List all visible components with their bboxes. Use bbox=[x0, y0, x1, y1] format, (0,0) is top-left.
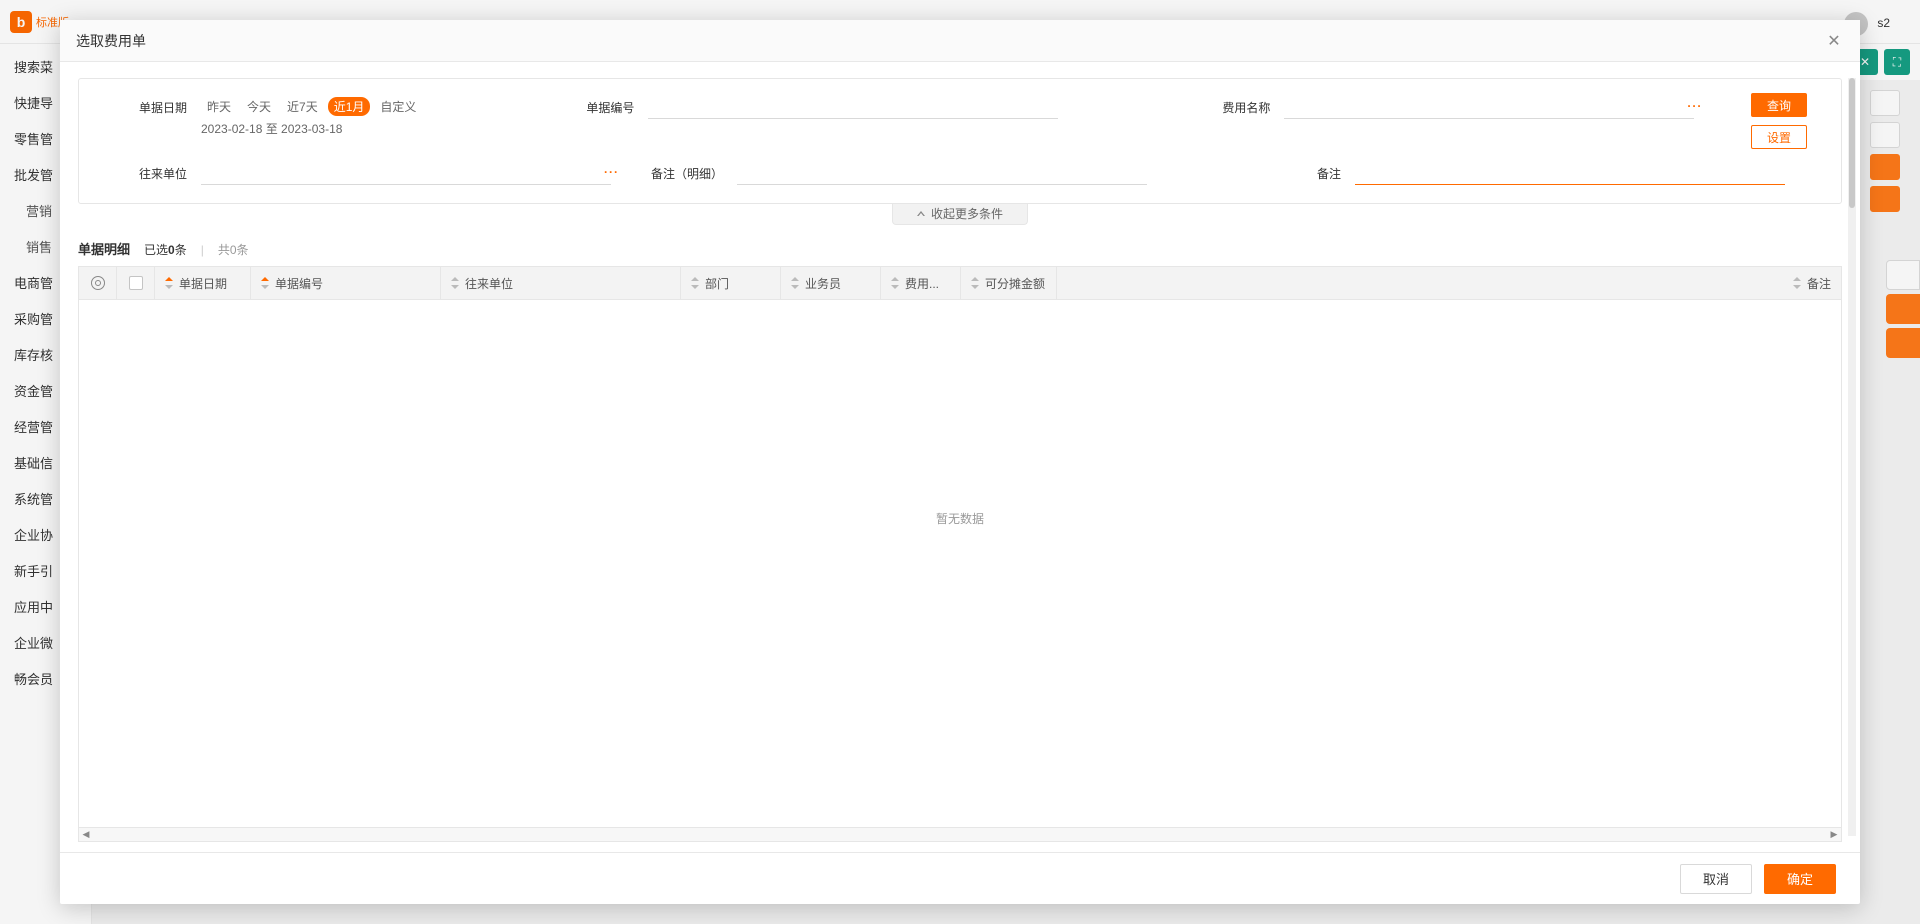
date-opt-1m[interactable]: 近1月 bbox=[328, 97, 371, 116]
vertical-scrollbar[interactable] bbox=[1848, 78, 1856, 836]
filter-label: 备注 bbox=[1287, 163, 1341, 182]
filter-partner: 往来单位 ··· bbox=[115, 163, 611, 185]
col-doc-date[interactable]: 单据日期 bbox=[155, 267, 251, 299]
list-title: 单据明细 bbox=[78, 239, 130, 258]
date-opt-custom[interactable]: 自定义 bbox=[374, 97, 422, 116]
sort-icon bbox=[971, 277, 979, 289]
filter-detail-memo: 备注（明细） bbox=[633, 163, 1147, 185]
select-all-checkbox[interactable] bbox=[117, 267, 155, 299]
scroll-left-icon[interactable]: ◀ bbox=[79, 828, 93, 840]
sort-icon bbox=[791, 277, 799, 289]
date-opt-yesterday[interactable]: 昨天 bbox=[201, 97, 237, 116]
modal-header: 选取费用单 ✕ bbox=[60, 20, 1860, 62]
table-header: 单据日期 单据编号 往来单位 部门 业务员 费用... 可分摊金额 备注 bbox=[78, 266, 1842, 300]
sort-icon bbox=[1793, 277, 1801, 289]
col-remark[interactable]: 备注 bbox=[1057, 267, 1841, 299]
scroll-right-icon[interactable]: ▶ bbox=[1827, 828, 1841, 840]
filter-panel: 单据日期 昨天 今天 近7天 近1月 自定义 2023-02-18 至 2023… bbox=[78, 78, 1842, 204]
sort-icon bbox=[261, 277, 269, 289]
filter-doc-date: 单据日期 昨天 今天 近7天 近1月 自定义 2023-02-18 至 2023… bbox=[115, 97, 422, 137]
col-partner[interactable]: 往来单位 bbox=[441, 267, 681, 299]
doc-no-input[interactable] bbox=[648, 97, 1058, 119]
fee-name-input[interactable] bbox=[1284, 97, 1694, 119]
filter-label: 单据编号 bbox=[562, 97, 634, 116]
collapse-text: 收起更多条件 bbox=[931, 205, 1003, 222]
modal-title: 选取费用单 bbox=[76, 31, 146, 51]
detail-memo-input[interactable] bbox=[737, 163, 1147, 185]
memo-input[interactable] bbox=[1355, 163, 1785, 185]
date-range-options: 昨天 今天 近7天 近1月 自定义 bbox=[201, 97, 422, 116]
table-body: 暂无数据 bbox=[78, 300, 1842, 828]
date-opt-7d[interactable]: 近7天 bbox=[281, 97, 324, 116]
modal-body: 单据日期 昨天 今天 近7天 近1月 自定义 2023-02-18 至 2023… bbox=[60, 62, 1860, 852]
filter-label: 费用名称 bbox=[1198, 97, 1270, 116]
modal-footer: 取消 确定 bbox=[60, 852, 1860, 904]
sort-icon bbox=[691, 277, 699, 289]
select-expense-modal: 选取费用单 ✕ 单据日期 昨天 今天 近7天 近1月 自定义 bbox=[60, 20, 1860, 904]
filter-doc-no: 单据编号 bbox=[562, 97, 1058, 137]
column-settings-button[interactable] bbox=[79, 267, 117, 299]
total-count: 共0条 bbox=[218, 241, 249, 258]
col-alloc[interactable]: 可分摊金额 bbox=[961, 267, 1057, 299]
col-staff[interactable]: 业务员 bbox=[781, 267, 881, 299]
checkbox-icon bbox=[129, 276, 143, 290]
list-header-bar: 单据明细 已选0条 | 共0条 bbox=[78, 239, 1842, 258]
cancel-button[interactable]: 取消 bbox=[1680, 864, 1752, 894]
collapse-button[interactable]: 收起更多条件 bbox=[892, 203, 1028, 225]
filter-label: 单据日期 bbox=[115, 97, 187, 116]
empty-placeholder: 暂无数据 bbox=[79, 510, 1841, 527]
more-icon[interactable]: ··· bbox=[604, 165, 619, 179]
query-button[interactable]: 查询 bbox=[1751, 93, 1807, 117]
col-fee[interactable]: 费用... bbox=[881, 267, 961, 299]
gear-icon bbox=[91, 276, 105, 290]
date-range-display[interactable]: 2023-02-18 至 2023-03-18 bbox=[201, 120, 422, 137]
col-dept[interactable]: 部门 bbox=[681, 267, 781, 299]
sort-icon bbox=[165, 277, 173, 289]
close-icon[interactable]: ✕ bbox=[1824, 31, 1844, 51]
filter-fee-name: 费用名称 ··· bbox=[1198, 97, 1694, 137]
col-doc-no[interactable]: 单据编号 bbox=[251, 267, 441, 299]
sort-icon bbox=[451, 277, 459, 289]
more-icon[interactable]: ··· bbox=[1687, 99, 1702, 113]
filter-memo: 备注 bbox=[1287, 163, 1785, 185]
filter-actions: 查询 设置 bbox=[1751, 93, 1807, 149]
settings-button[interactable]: 设置 bbox=[1751, 125, 1807, 149]
sort-icon bbox=[891, 277, 899, 289]
horizontal-scrollbar[interactable]: ◀ ▶ bbox=[78, 828, 1842, 842]
filter-label: 往来单位 bbox=[115, 163, 187, 182]
collapse-bar: 收起更多条件 bbox=[78, 203, 1842, 225]
selected-count: 已选0条 bbox=[144, 241, 187, 258]
chevron-up-icon bbox=[917, 211, 925, 216]
filter-label: 备注（明细） bbox=[633, 163, 723, 182]
date-opt-today[interactable]: 今天 bbox=[241, 97, 277, 116]
confirm-button[interactable]: 确定 bbox=[1764, 864, 1836, 894]
partner-input[interactable] bbox=[201, 163, 611, 185]
